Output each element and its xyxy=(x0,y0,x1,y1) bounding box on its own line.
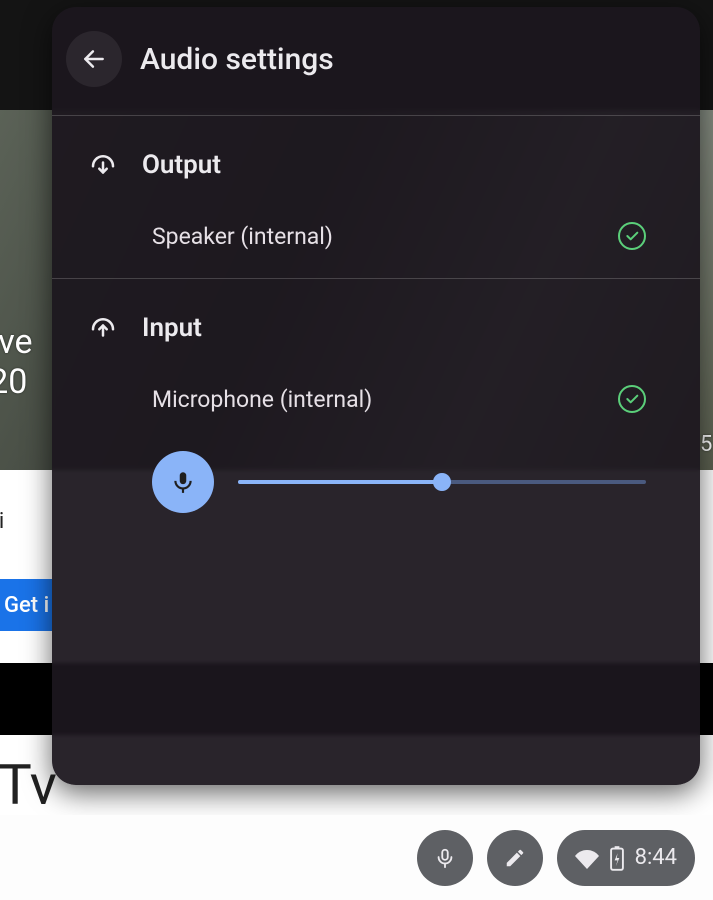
microphone-icon xyxy=(170,469,196,495)
shelf-clock: 8:44 xyxy=(635,845,677,870)
audio-settings-panel: Audio settings Output Speaker (internal) xyxy=(52,7,700,785)
mic-level-row xyxy=(78,441,674,543)
check-icon xyxy=(624,391,640,407)
panel-header: Audio settings xyxy=(52,7,700,115)
headphones-input-icon xyxy=(88,313,118,343)
shelf-status-area[interactable]: 8:44 xyxy=(557,830,695,886)
background-get-button-label: Get i xyxy=(4,593,49,618)
input-device-selected-icon xyxy=(618,385,646,413)
output-device-selected-icon xyxy=(618,222,646,250)
check-icon xyxy=(624,228,640,244)
output-section-header: Output xyxy=(78,116,674,210)
output-device-row[interactable]: Speaker (internal) xyxy=(78,210,674,278)
slider-thumb xyxy=(433,473,451,491)
slider-fill xyxy=(238,480,442,484)
input-section-header: Input xyxy=(78,279,674,373)
shelf-voice-button[interactable] xyxy=(417,830,473,886)
output-section: Output Speaker (internal) xyxy=(52,116,700,278)
background-video-text-1: ave xyxy=(0,322,33,362)
output-heading: Output xyxy=(142,150,221,180)
system-shelf: 8:44 xyxy=(0,815,713,900)
output-device-label: Speaker (internal) xyxy=(152,223,333,250)
pen-icon xyxy=(504,847,526,869)
background-whitestrip-text: ertai xyxy=(0,509,4,534)
background-android-text: roid Tv xyxy=(0,752,57,818)
input-section: Input Microphone (internal) xyxy=(52,279,700,543)
headphones-output-icon xyxy=(88,150,118,180)
wifi-icon xyxy=(575,846,599,870)
input-heading: Input xyxy=(142,313,202,343)
mic-level-slider[interactable] xyxy=(238,468,646,496)
input-device-label: Microphone (internal) xyxy=(152,386,372,413)
input-device-row[interactable]: Microphone (internal) xyxy=(78,373,674,441)
microphone-icon xyxy=(434,847,456,869)
background-video-text-2: 020 xyxy=(0,362,27,402)
shelf-stylus-button[interactable] xyxy=(487,830,543,886)
panel-title: Audio settings xyxy=(140,42,334,77)
mic-toggle-button[interactable] xyxy=(152,451,214,513)
arrow-left-icon xyxy=(81,46,107,72)
background-side-number: 5 xyxy=(700,432,712,457)
background-get-button[interactable]: Get i xyxy=(0,579,52,631)
battery-charging-icon xyxy=(609,845,625,871)
back-button[interactable] xyxy=(66,31,122,87)
